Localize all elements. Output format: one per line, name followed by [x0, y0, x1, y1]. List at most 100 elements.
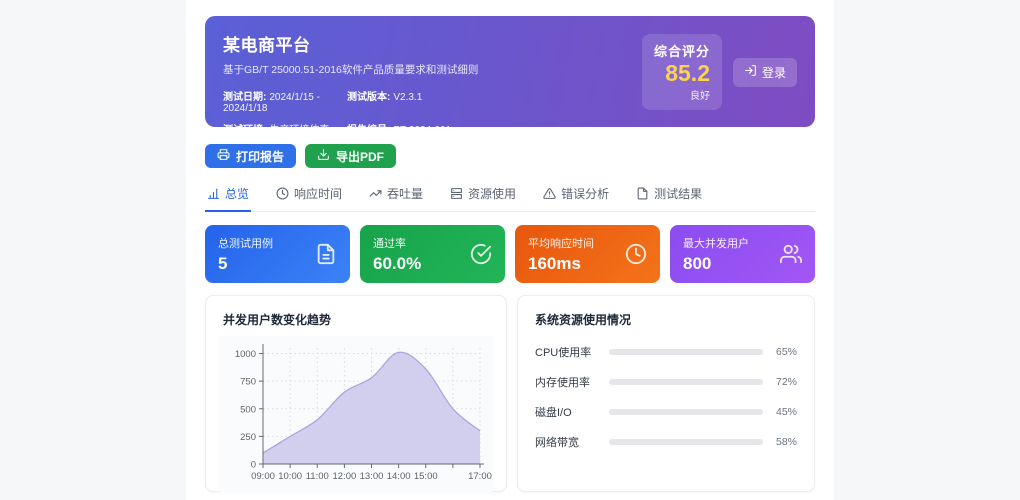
- concurrent-users-panel: 并发用户数变化趋势 0 250 500 750 1000 09:00 10:00 11:00 1…: [205, 295, 507, 493]
- export-pdf-label: 导出PDF: [336, 149, 385, 164]
- stat-card: 通过率 60.0%: [360, 225, 505, 283]
- printer-icon: [217, 148, 230, 164]
- score-box: 综合评分 85.2 良好: [641, 34, 722, 110]
- stat-value: 60.0%: [373, 253, 422, 273]
- report-meta: 测试日期: 2024/1/15 - 2024/1/18 测试版本: V2.3.1 测试环…: [223, 88, 478, 136]
- svg-text:14:00: 14:00: [387, 471, 411, 482]
- clock-icon: [276, 187, 289, 200]
- export-pdf-button[interactable]: 导出PDF: [305, 144, 397, 168]
- score-label: 综合评分: [653, 44, 710, 60]
- svg-text:750: 750: [240, 377, 256, 388]
- svg-text:11:00: 11:00: [306, 471, 329, 482]
- stat-cards: 总测试用例 5 通过率 60.0% 平均响应时间 160ms 最大并发用户 800: [205, 225, 815, 283]
- tab-4[interactable]: 资源使用: [448, 181, 518, 212]
- stat-value: 800: [683, 253, 712, 273]
- resource-label: 网络带宽: [535, 437, 579, 449]
- resource-row: 磁盘I/O 45%: [535, 404, 797, 420]
- page-subtitle: 基于GB/T 25000.51-2016软件产品质量要求和测试细则: [223, 64, 479, 76]
- meta-label: 测试环境:: [223, 125, 267, 136]
- resource-rows: CPU使用率 65% 内存使用率 72% 磁盘I/O 45% 网络带宽 58%: [531, 344, 801, 450]
- trend-up-icon: [369, 187, 382, 200]
- svg-text:500: 500: [240, 404, 256, 415]
- svg-text:12:00: 12:00: [332, 471, 356, 482]
- trend-chart: 0250500750100009:00 10:00 11:00 12:00 13:00 1…: [235, 344, 492, 482]
- resource-label: 内存使用率: [535, 377, 590, 389]
- stat-label: 平均响应时间: [528, 237, 594, 250]
- tab-label: 错误分析: [561, 187, 610, 201]
- print-report-label: 打印报告: [236, 149, 285, 164]
- score-value: 85.2: [665, 60, 710, 87]
- meta-value: V2.3.1: [393, 92, 423, 103]
- progress-track: [609, 439, 763, 445]
- action-bar: 打印报告 导出PDF: [205, 144, 815, 168]
- svg-text:17:00: 17:00: [468, 471, 492, 482]
- tab-bar: 总览 响应时间 吞吐量 资源使用 错误分析 测试结果: [205, 181, 815, 212]
- server-icon: [450, 187, 463, 200]
- stat-label: 最大并发用户: [683, 237, 749, 250]
- report-page: 某电商平台 基于GB/T 25000.51-2016软件产品质量要求和测试细则 …: [186, 0, 834, 500]
- stat-label: 通过率: [373, 237, 406, 250]
- resource-label: 磁盘I/O: [535, 407, 572, 419]
- tab-label: 吞吐量: [387, 187, 424, 201]
- file-text-icon: [315, 243, 337, 265]
- stat-card: 平均响应时间 160ms: [515, 225, 660, 283]
- warning-triangle-icon: [543, 187, 556, 200]
- bar-chart-icon: [207, 187, 220, 200]
- stat-value: 5: [218, 253, 228, 273]
- tab-1[interactable]: 总览: [205, 181, 252, 212]
- tab-label: 响应时间: [294, 187, 343, 201]
- resource-percent: 58%: [775, 436, 797, 448]
- tab-label: 总览: [225, 187, 250, 201]
- file-icon: [636, 187, 649, 200]
- login-button[interactable]: 登录: [732, 57, 797, 87]
- download-icon: [317, 148, 330, 164]
- stat-card: 最大并发用户 800: [670, 225, 815, 283]
- chart-title: 并发用户数变化趋势: [223, 313, 332, 327]
- report-header: 某电商平台 基于GB/T 25000.51-2016软件产品质量要求和测试细则 …: [205, 16, 815, 136]
- score-grade: 良好: [689, 90, 710, 102]
- tab-6[interactable]: 测试结果: [634, 181, 704, 212]
- meta-item: 测试环境: 生产环境仿真: [223, 121, 347, 136]
- meta-label: 测试日期:: [223, 92, 267, 103]
- meta-item: 测试日期: 2024/1/15 - 2024/1/18: [223, 88, 347, 114]
- print-report-button[interactable]: 打印报告: [205, 144, 297, 168]
- resource-percent: 45%: [775, 406, 797, 418]
- meta-item: 报告编号: PT-2024-001: [347, 121, 478, 136]
- resources-title: 系统资源使用情况: [535, 313, 632, 327]
- progress-track: [609, 409, 763, 415]
- stat-value: 160ms: [528, 253, 581, 273]
- meta-item: 测试版本: V2.3.1: [347, 88, 478, 114]
- meta-value: PT-2024-001: [393, 125, 452, 136]
- stat-label: 总测试用例: [218, 237, 273, 250]
- tab-2[interactable]: 响应时间: [274, 181, 344, 212]
- resource-percent: 72%: [775, 376, 797, 388]
- progress-track: [609, 379, 763, 385]
- system-resources-panel: 系统资源使用情况 CPU使用率 65% 内存使用率 72% 磁盘I/O 45% 网络带宽 58…: [517, 295, 815, 492]
- stat-card: 总测试用例 5: [205, 225, 350, 283]
- resource-percent: 65%: [775, 346, 797, 358]
- meta-value: 生产环境仿真: [269, 125, 330, 136]
- tab-3[interactable]: 吞吐量: [367, 181, 425, 212]
- users-icon: [780, 243, 802, 265]
- login-label: 登录: [761, 65, 786, 80]
- svg-text:250: 250: [240, 432, 256, 443]
- resource-row: 网络带宽 58%: [535, 434, 797, 450]
- svg-text:10:00: 10:00: [278, 471, 302, 482]
- tab-label: 资源使用: [468, 187, 517, 201]
- svg-text:15:00: 15:00: [414, 471, 438, 482]
- resource-row: CPU使用率 65%: [535, 344, 797, 360]
- svg-text:09:00: 09:00: [251, 471, 275, 482]
- page-title: 某电商平台: [223, 36, 311, 55]
- svg-text:1000: 1000: [235, 349, 256, 360]
- svg-text:13:00: 13:00: [360, 471, 384, 482]
- tab-label: 测试结果: [654, 187, 703, 201]
- tab-5[interactable]: 错误分析: [541, 181, 611, 212]
- progress-track: [609, 349, 763, 355]
- resource-label: CPU使用率: [535, 347, 592, 359]
- svg-text:0: 0: [251, 460, 256, 471]
- clock-icon: [625, 243, 647, 265]
- login-icon: [744, 64, 757, 80]
- resource-row: 内存使用率 72%: [535, 374, 797, 390]
- check-circle-icon: [470, 243, 492, 265]
- meta-label: 报告编号:: [347, 125, 391, 136]
